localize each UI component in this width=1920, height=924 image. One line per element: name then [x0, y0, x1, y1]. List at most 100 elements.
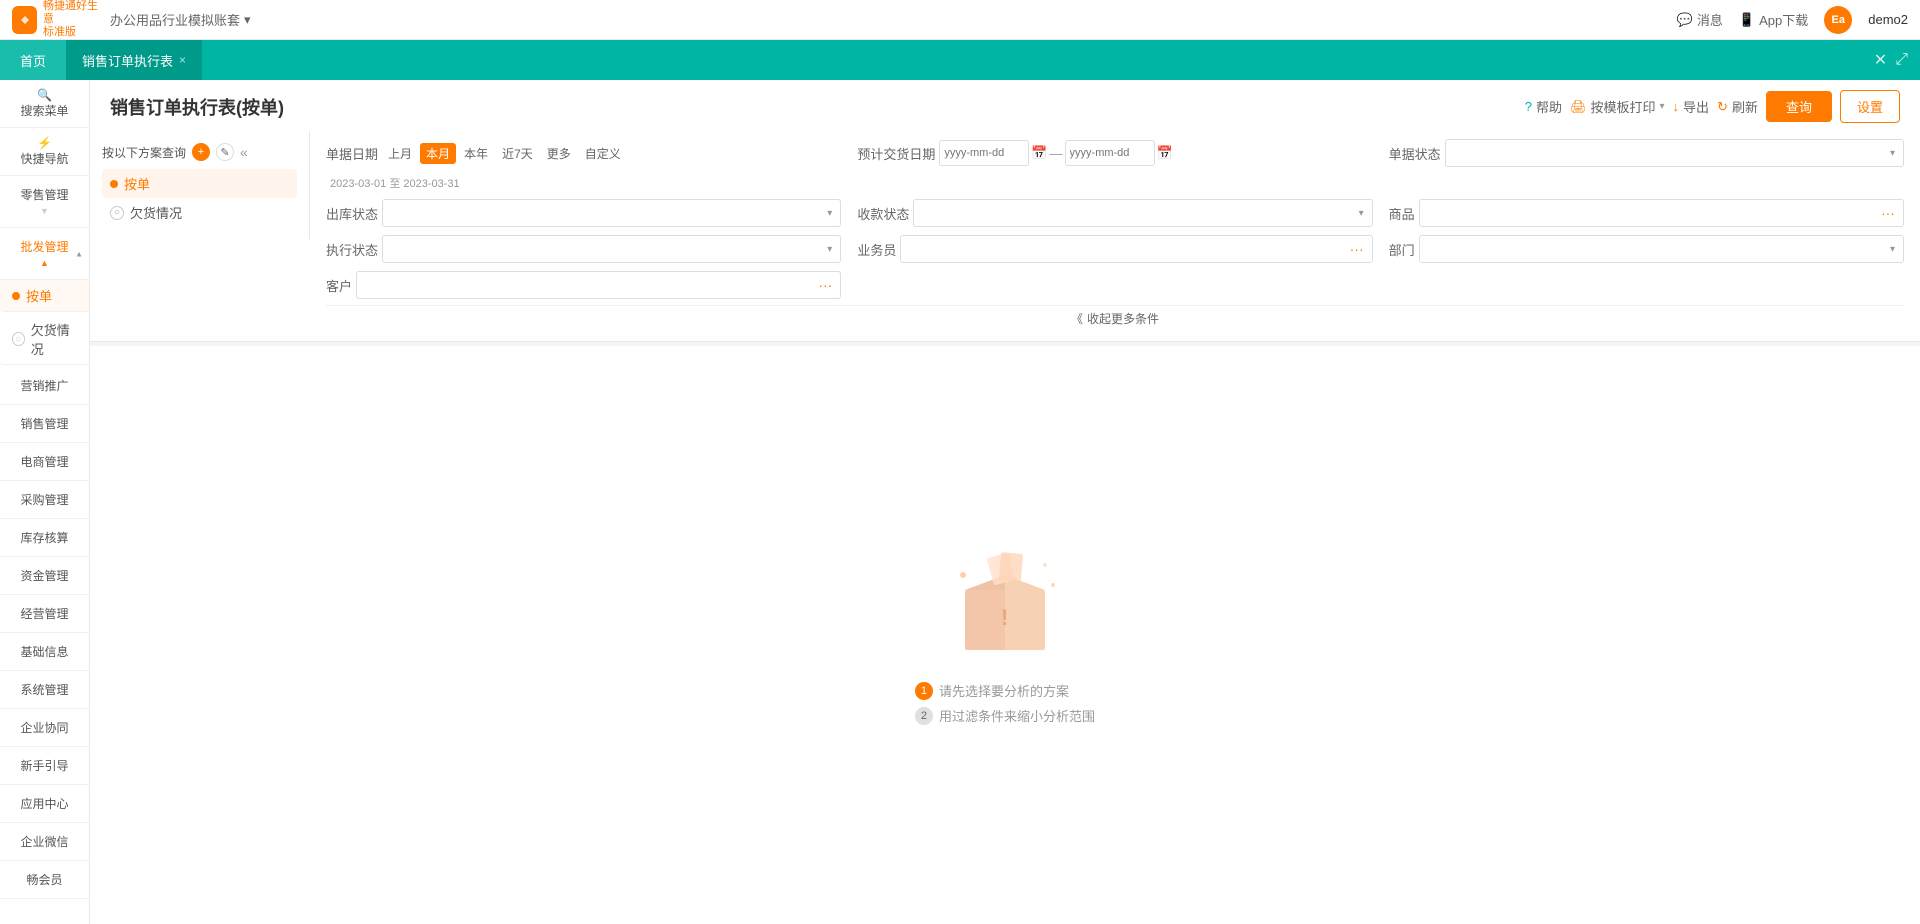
- breadcrumb-label: 办公用品行业模拟账套: [110, 10, 240, 29]
- sidebar-item-inventory[interactable]: 库存核算: [0, 519, 89, 557]
- collapse-row: 《 收起更多条件: [326, 305, 1904, 333]
- collapse-sidebar-button[interactable]: «: [240, 144, 248, 160]
- department-chevron-icon: ▾: [1890, 244, 1895, 255]
- message-icon: 💬: [1677, 12, 1693, 28]
- app-download-action[interactable]: 📱 App下载: [1739, 10, 1808, 29]
- tab-close-all-icon[interactable]: ✕: [1874, 50, 1887, 70]
- sidebar-item-operation[interactable]: 经营管理: [0, 595, 89, 633]
- period-more[interactable]: 更多: [541, 143, 577, 164]
- scheme-按单-label: 按单: [124, 174, 150, 193]
- sidebar-shortcut-nav[interactable]: ⚡ 快捷导航: [0, 128, 89, 176]
- customer-select[interactable]: ···: [356, 271, 841, 299]
- empty-state-area: ! 1 请先选择要分析的方案 2 用过滤条件来缩小分析范围: [90, 346, 1920, 924]
- sidebar-item-finance[interactable]: 资金管理: [0, 557, 89, 595]
- sidebar-item-basic[interactable]: 基础信息: [0, 633, 89, 671]
- hint-num-2: 2: [915, 707, 933, 725]
- period-current-year[interactable]: 本年: [458, 143, 494, 164]
- filter-right-area: 单据日期 上月 本月 本年 近7天 更多 自定义: [310, 131, 1920, 341]
- filter-method-label: 按以下方案查询: [102, 144, 186, 161]
- period-current-month[interactable]: 本月: [420, 143, 456, 164]
- message-label: 消息: [1697, 10, 1723, 29]
- collect-status-group: 收款状态 ▾: [857, 199, 1372, 227]
- sidebar-item-member[interactable]: 畅会员: [0, 861, 89, 899]
- sidebar-item-sales[interactable]: 销售管理: [0, 405, 89, 443]
- export-label: 导出: [1683, 97, 1709, 116]
- scheme-欠货情况-label: 欠货情况: [130, 203, 182, 222]
- product-select[interactable]: ···: [1419, 199, 1904, 227]
- filter-row-2: 出库状态 ▾ 收款状态 ▾: [326, 199, 1904, 227]
- export-button[interactable]: ↓ 导出: [1673, 97, 1710, 116]
- collapse-label: 收起更多条件: [1087, 310, 1159, 327]
- forecast-date-to[interactable]: [1065, 140, 1155, 166]
- active-dot-icon: [12, 292, 20, 300]
- print-arrow-icon: ▾: [1660, 101, 1665, 112]
- period-last-month[interactable]: 上月: [382, 143, 418, 164]
- forecast-date-group: 预计交货日期 📅 — 📅: [857, 140, 1372, 166]
- scheme-item-欠货情况[interactable]: ○ 欠货情况: [102, 198, 297, 227]
- exec-status-select[interactable]: ▾: [382, 235, 841, 263]
- edit-scheme-button[interactable]: ✎: [216, 143, 234, 161]
- tab-maximize-icon[interactable]: ⤢: [1895, 51, 1908, 69]
- out-status-select[interactable]: ▾: [382, 199, 841, 227]
- forecast-date-from-icon[interactable]: 📅: [1031, 145, 1047, 161]
- sidebar-sub-按单[interactable]: 按单: [0, 280, 89, 312]
- forecast-date-to-icon[interactable]: 📅: [1157, 145, 1173, 161]
- filter-section: 按以下方案查询 + ✎ « 按单 ○ 欠货情况: [90, 131, 1920, 341]
- collapse-more-button[interactable]: 《 收起更多条件: [1071, 310, 1159, 327]
- forecast-date-from[interactable]: [939, 140, 1029, 166]
- sidebar-search-menu[interactable]: 🔍 搜索菜单: [0, 80, 89, 128]
- sidebar-item-appcenter[interactable]: 应用中心: [0, 785, 89, 823]
- add-scheme-button[interactable]: +: [192, 143, 210, 161]
- tab-close-button[interactable]: ×: [179, 53, 186, 67]
- tab-home[interactable]: 首页: [0, 40, 66, 80]
- app-download-label: App下载: [1759, 10, 1808, 29]
- scheme-item-按单[interactable]: 按单: [102, 169, 297, 198]
- print-button[interactable]: 🖨 按模板打印 ▾: [1570, 97, 1665, 116]
- sidebar-item-ecommerce[interactable]: 电商管理: [0, 443, 89, 481]
- out-status-chevron-icon: ▾: [827, 208, 832, 219]
- sidebar-item-marketing[interactable]: 营销推广: [0, 367, 89, 405]
- help-button[interactable]: ? 帮助: [1525, 97, 1562, 116]
- avatar-text: Ea: [1832, 14, 1845, 26]
- sub-item-按单-label: 按单: [26, 286, 52, 305]
- sidebar-item-retail[interactable]: 零售管理 ▼: [0, 176, 89, 228]
- message-action[interactable]: 💬 消息: [1677, 10, 1723, 29]
- out-status-label: 出库状态: [326, 204, 378, 223]
- sidebar-item-purchase[interactable]: 采购管理: [0, 481, 89, 519]
- product-label: 商品: [1389, 204, 1415, 223]
- collect-status-chevron-icon: ▾: [1359, 208, 1364, 219]
- filter-left-panel: 按以下方案查询 + ✎ « 按单 ○ 欠货情况: [90, 131, 310, 239]
- sidebar-item-system[interactable]: 系统管理: [0, 671, 89, 709]
- period-last-7-days[interactable]: 近7天: [496, 143, 539, 164]
- customer-label: 客户: [326, 276, 352, 295]
- sidebar-sub-欠货情况[interactable]: ○ 欠货情况: [0, 314, 89, 365]
- logo-icon: [12, 6, 37, 34]
- empty-hint-1: 1 请先选择要分析的方案: [915, 681, 1095, 700]
- bill-status-select[interactable]: ▾: [1445, 139, 1904, 167]
- refresh-icon: ↻: [1717, 99, 1728, 115]
- date-range-text: 2023-03-01 至 2023-03-31: [330, 178, 460, 190]
- user-name[interactable]: demo2: [1868, 12, 1908, 27]
- scheme-active-dot-icon: [110, 180, 118, 188]
- filter-row-3: 执行状态 ▾ 业务员 ···: [326, 235, 1904, 263]
- shortcut-nav-label: 快捷导航: [8, 150, 81, 167]
- sidebar-item-enterprise[interactable]: 企业协同: [0, 709, 89, 747]
- sidebar-item-wholesale[interactable]: 批发管理 ▲: [0, 228, 89, 280]
- refresh-button[interactable]: ↻ 刷新: [1717, 97, 1758, 116]
- query-button[interactable]: 查询: [1766, 91, 1832, 122]
- settings-button[interactable]: 设置: [1840, 90, 1900, 123]
- sidebar-item-wechat[interactable]: 企业微信: [0, 823, 89, 861]
- sidebar-item-guide[interactable]: 新手引导: [0, 747, 89, 785]
- circle-icon: ○: [12, 332, 25, 346]
- exec-status-chevron-icon: ▾: [827, 244, 832, 255]
- tab-active[interactable]: 销售订单执行表 ×: [66, 40, 202, 80]
- period-custom[interactable]: 自定义: [579, 143, 627, 164]
- collect-status-select[interactable]: ▾: [913, 199, 1372, 227]
- avatar[interactable]: Ea: [1824, 6, 1852, 34]
- department-select[interactable]: ▾: [1419, 235, 1904, 263]
- salesperson-select[interactable]: ···: [900, 235, 1372, 263]
- top-header: 畅捷通好生意 标准版 办公用品行业模拟账套 ▾ 💬 消息 📱 App下载 Ea …: [0, 0, 1920, 40]
- tab-active-label: 销售订单执行表: [82, 51, 173, 70]
- breadcrumb-select[interactable]: 办公用品行业模拟账套 ▾: [110, 10, 251, 29]
- salesperson-group: 业务员 ···: [857, 235, 1372, 263]
